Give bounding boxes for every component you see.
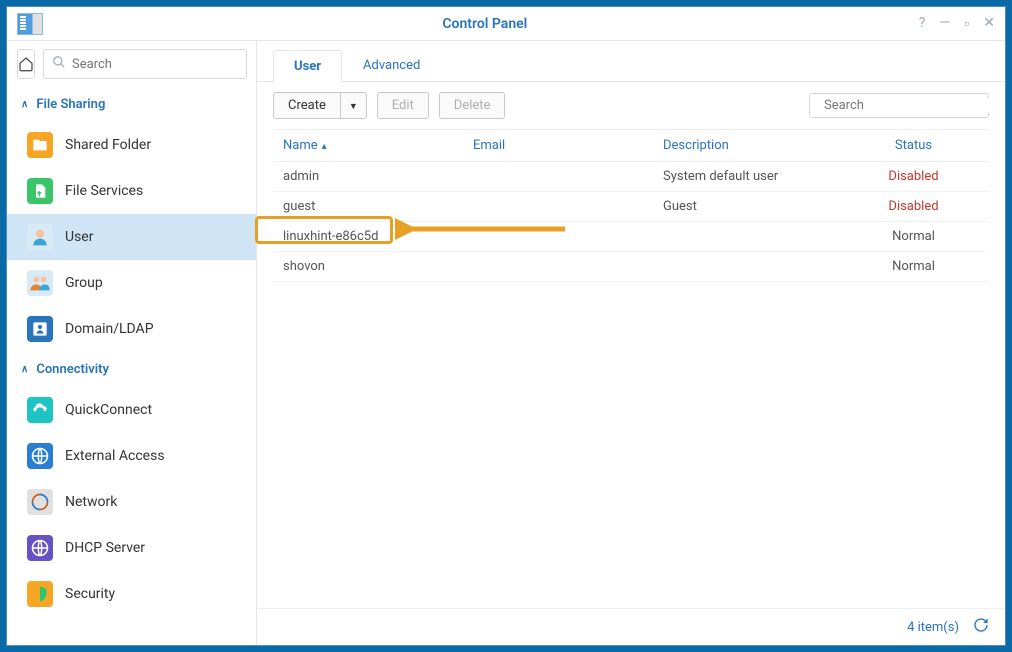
cell-email bbox=[463, 192, 653, 221]
user-table: Name▴ Email Description Status admin Syst… bbox=[257, 129, 1005, 608]
user-icon bbox=[27, 224, 53, 250]
sidebar-item-network[interactable]: Network bbox=[7, 479, 256, 525]
cell-name: guest bbox=[273, 192, 463, 221]
help-icon[interactable]: ? bbox=[919, 15, 926, 32]
toolbar-search-input[interactable] bbox=[824, 98, 990, 113]
table-row[interactable]: admin System default userDisabled bbox=[273, 162, 989, 192]
main-content: User Advanced Create ▼ Edit Delete Name▴ bbox=[257, 41, 1005, 645]
chevron-up-icon: ∧ bbox=[21, 99, 28, 110]
sort-asc-icon: ▴ bbox=[322, 141, 327, 152]
file-services-icon bbox=[27, 178, 53, 204]
toolbar: Create ▼ Edit Delete bbox=[257, 82, 1005, 129]
titlebar: Control Panel ? — ▫ ✕ bbox=[7, 7, 1005, 41]
create-button[interactable]: Create bbox=[273, 92, 341, 119]
table-row[interactable]: linuxhint-e86c5d Normal bbox=[273, 222, 989, 252]
section-label: Connectivity bbox=[36, 362, 109, 377]
column-header-name[interactable]: Name▴ bbox=[273, 130, 463, 161]
sidebar-item-file-services[interactable]: File Services bbox=[7, 168, 256, 214]
footer: 4 item(s) bbox=[257, 608, 1005, 645]
cell-name: shovon bbox=[273, 252, 463, 281]
domain-ldap-icon bbox=[27, 316, 53, 342]
sidebar-search[interactable] bbox=[43, 49, 247, 79]
sidebar-item-label: External Access bbox=[65, 448, 165, 464]
chevron-down-icon: ▼ bbox=[349, 102, 358, 112]
sidebar-item-shared-folder[interactable]: Shared Folder bbox=[7, 122, 256, 168]
refresh-icon bbox=[973, 617, 989, 633]
cell-description: System default user bbox=[653, 162, 838, 191]
sidebar-item-label: File Services bbox=[65, 183, 143, 199]
network-icon bbox=[27, 489, 53, 515]
table-body: admin System default userDisabled guest Gue… bbox=[273, 162, 989, 608]
table-header: Name▴ Email Description Status bbox=[273, 129, 989, 162]
tab-advanced[interactable]: Advanced bbox=[342, 49, 441, 81]
cell-email bbox=[463, 252, 653, 281]
cell-description bbox=[653, 252, 838, 281]
cell-name: admin bbox=[273, 162, 463, 191]
maximize-icon[interactable]: ▫ bbox=[964, 15, 969, 32]
delete-button[interactable]: Delete bbox=[439, 92, 506, 119]
sidebar-item-dhcp-server[interactable]: DHCP Server bbox=[7, 525, 256, 571]
column-header-description[interactable]: Description bbox=[653, 130, 838, 161]
control-panel-window: Control Panel ? — ▫ ✕ bbox=[6, 6, 1006, 646]
create-dropdown-button[interactable]: ▼ bbox=[341, 92, 367, 119]
cell-email bbox=[463, 162, 653, 191]
cell-status: Disabled bbox=[838, 162, 989, 191]
sidebar-item-label: QuickConnect bbox=[65, 402, 152, 418]
cell-description bbox=[653, 222, 838, 251]
sidebar-item-label: Network bbox=[65, 494, 117, 510]
sidebar-item-quickconnect[interactable]: QuickConnect bbox=[7, 387, 256, 433]
section-label: File Sharing bbox=[36, 97, 105, 112]
item-count: 4 item(s) bbox=[907, 620, 959, 635]
sidebar-item-label: User bbox=[65, 229, 93, 245]
shared-folder-icon bbox=[27, 132, 53, 158]
window-controls: ? — ▫ ✕ bbox=[919, 15, 995, 32]
external-access-icon bbox=[27, 443, 53, 469]
sidebar-item-user[interactable]: User bbox=[7, 214, 256, 260]
sidebar-item-security[interactable]: Security bbox=[7, 571, 256, 617]
window-title: Control Panel bbox=[51, 16, 919, 32]
minimize-icon[interactable]: — bbox=[939, 15, 950, 32]
toolbar-search[interactable] bbox=[809, 93, 989, 118]
sidebar-item-label: Domain/LDAP bbox=[65, 321, 154, 337]
sidebar-item-label: Group bbox=[65, 275, 103, 291]
sidebar-search-input[interactable] bbox=[72, 57, 238, 72]
close-icon[interactable]: ✕ bbox=[983, 15, 995, 32]
cell-description: Guest bbox=[653, 192, 838, 221]
tab-user[interactable]: User bbox=[273, 50, 342, 82]
cell-status: Normal bbox=[838, 252, 989, 281]
search-icon bbox=[52, 55, 66, 73]
home-button[interactable] bbox=[17, 49, 35, 79]
sidebar-item-group[interactable]: Group bbox=[7, 260, 256, 306]
chevron-up-icon: ∧ bbox=[21, 364, 28, 375]
section-file-sharing[interactable]: ∧ File Sharing bbox=[7, 87, 256, 122]
table-row[interactable]: shovon Normal bbox=[273, 252, 989, 282]
column-header-email[interactable]: Email bbox=[463, 130, 653, 161]
column-header-status[interactable]: Status bbox=[838, 130, 989, 161]
cell-status: Disabled bbox=[838, 192, 989, 221]
cell-name: linuxhint-e86c5d bbox=[273, 222, 463, 251]
sidebar-item-label: Shared Folder bbox=[65, 137, 151, 153]
dhcp-server-icon bbox=[27, 535, 53, 561]
tabs: User Advanced bbox=[257, 41, 1005, 82]
app-icon bbox=[17, 13, 43, 35]
create-button-group: Create ▼ bbox=[273, 92, 367, 119]
sidebar-item-external-access[interactable]: External Access bbox=[7, 433, 256, 479]
security-icon bbox=[27, 581, 53, 607]
table-row[interactable]: guest GuestDisabled bbox=[273, 192, 989, 222]
sidebar-item-label: DHCP Server bbox=[65, 540, 145, 556]
cell-status: Normal bbox=[838, 222, 989, 251]
sidebar-item-label: Security bbox=[65, 586, 115, 602]
sidebar-item-domain-ldap[interactable]: Domain/LDAP bbox=[7, 306, 256, 352]
section-connectivity[interactable]: ∧ Connectivity bbox=[7, 352, 256, 387]
sidebar: ∧ File Sharing Shared Folder File Servic… bbox=[7, 41, 257, 645]
quickconnect-icon bbox=[27, 397, 53, 423]
refresh-button[interactable] bbox=[973, 617, 989, 637]
cell-email bbox=[463, 222, 653, 251]
home-icon bbox=[18, 56, 34, 72]
edit-button[interactable]: Edit bbox=[377, 92, 429, 119]
group-icon bbox=[27, 270, 53, 296]
